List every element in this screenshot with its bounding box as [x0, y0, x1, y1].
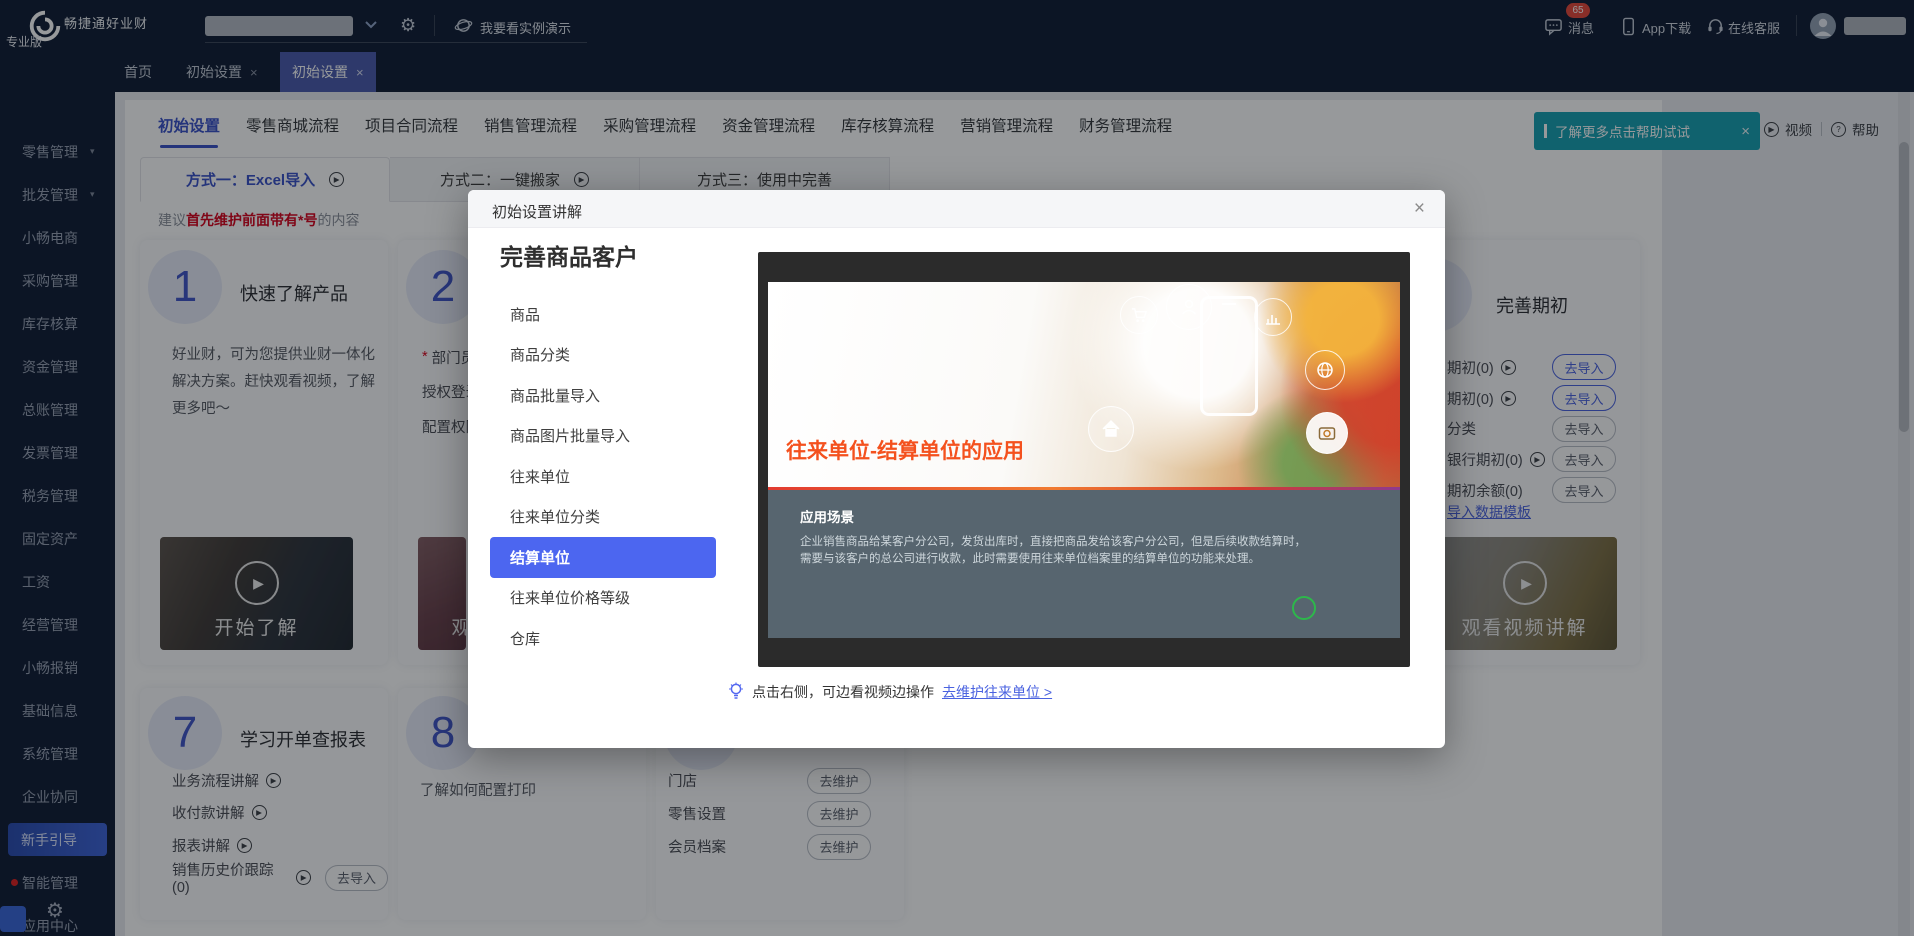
modal-menu-item[interactable]: 仓库: [490, 618, 726, 659]
cart-icon: [1120, 296, 1158, 334]
video-player[interactable]: 往来单位-结算单位的应用 应用场景 企业销售商品给某客户分公司，发货出库时，直接…: [758, 252, 1410, 667]
camera-icon: [1306, 412, 1348, 454]
modal-menu-item[interactable]: 往来单位分类: [490, 497, 726, 538]
modal-header: [468, 190, 1445, 228]
phone-graphic: [1200, 296, 1258, 416]
modal-section-heading: 完善商品客户: [500, 244, 638, 270]
modal-menu-item[interactable]: 往来单位价格等级: [490, 578, 726, 619]
modal-close-icon[interactable]: ×: [1414, 198, 1425, 220]
modal-menu-item[interactable]: 商品: [490, 294, 726, 335]
modal-menu-item[interactable]: 往来单位: [490, 456, 726, 497]
home-icon: [1088, 406, 1134, 452]
slide-headline: 往来单位-结算单位的应用: [786, 440, 1024, 463]
bulb-icon: [728, 682, 744, 702]
cursor-highlight-circle: [1292, 596, 1316, 620]
globe-icon: [1305, 350, 1345, 390]
scene-panel: 应用场景 企业销售商品给某客户分公司，发货出库时，直接把商品发给该客户分公司，但…: [768, 490, 1400, 638]
modal-menu-item[interactable]: 商品分类: [490, 335, 726, 376]
scene-body: 企业销售商品给某客户分公司，发货出库时，直接把商品发给该客户分公司，但是后续收款…: [800, 536, 1306, 565]
modal-title: 初始设置讲解: [492, 204, 583, 221]
modal-menu-item[interactable]: 商品批量导入: [490, 375, 726, 416]
app-window: 畅捷通好业财 专业版 ⚙ 我要看实例演示 65 消息 App下载 在线客服 首页…: [0, 0, 1914, 936]
scene-title: 应用场景: [800, 510, 854, 525]
slide-photo: 往来单位-结算单位的应用: [768, 282, 1400, 487]
modal-menu: 商品 商品分类 商品批量导入 商品图片批量导入 往来单位 往来单位分类 结算单位…: [490, 294, 726, 659]
modal-menu-item[interactable]: 结算单位: [490, 537, 716, 578]
modal-hint-row: 点击右侧，可边看视频边操作 去维护往来单位 >: [728, 682, 1052, 702]
maintain-partner-link[interactable]: 去维护往来单位 >: [942, 682, 1052, 702]
chart-icon: [1254, 298, 1292, 336]
hint-text: 点击右侧，可边看视频边操作: [752, 684, 934, 700]
setup-guide-modal: 初始设置讲解 × 完善商品客户 商品 商品分类 商品批量导入 商品图片批量导入: [468, 190, 1445, 748]
modal-menu-item[interactable]: 商品图片批量导入: [490, 416, 726, 457]
